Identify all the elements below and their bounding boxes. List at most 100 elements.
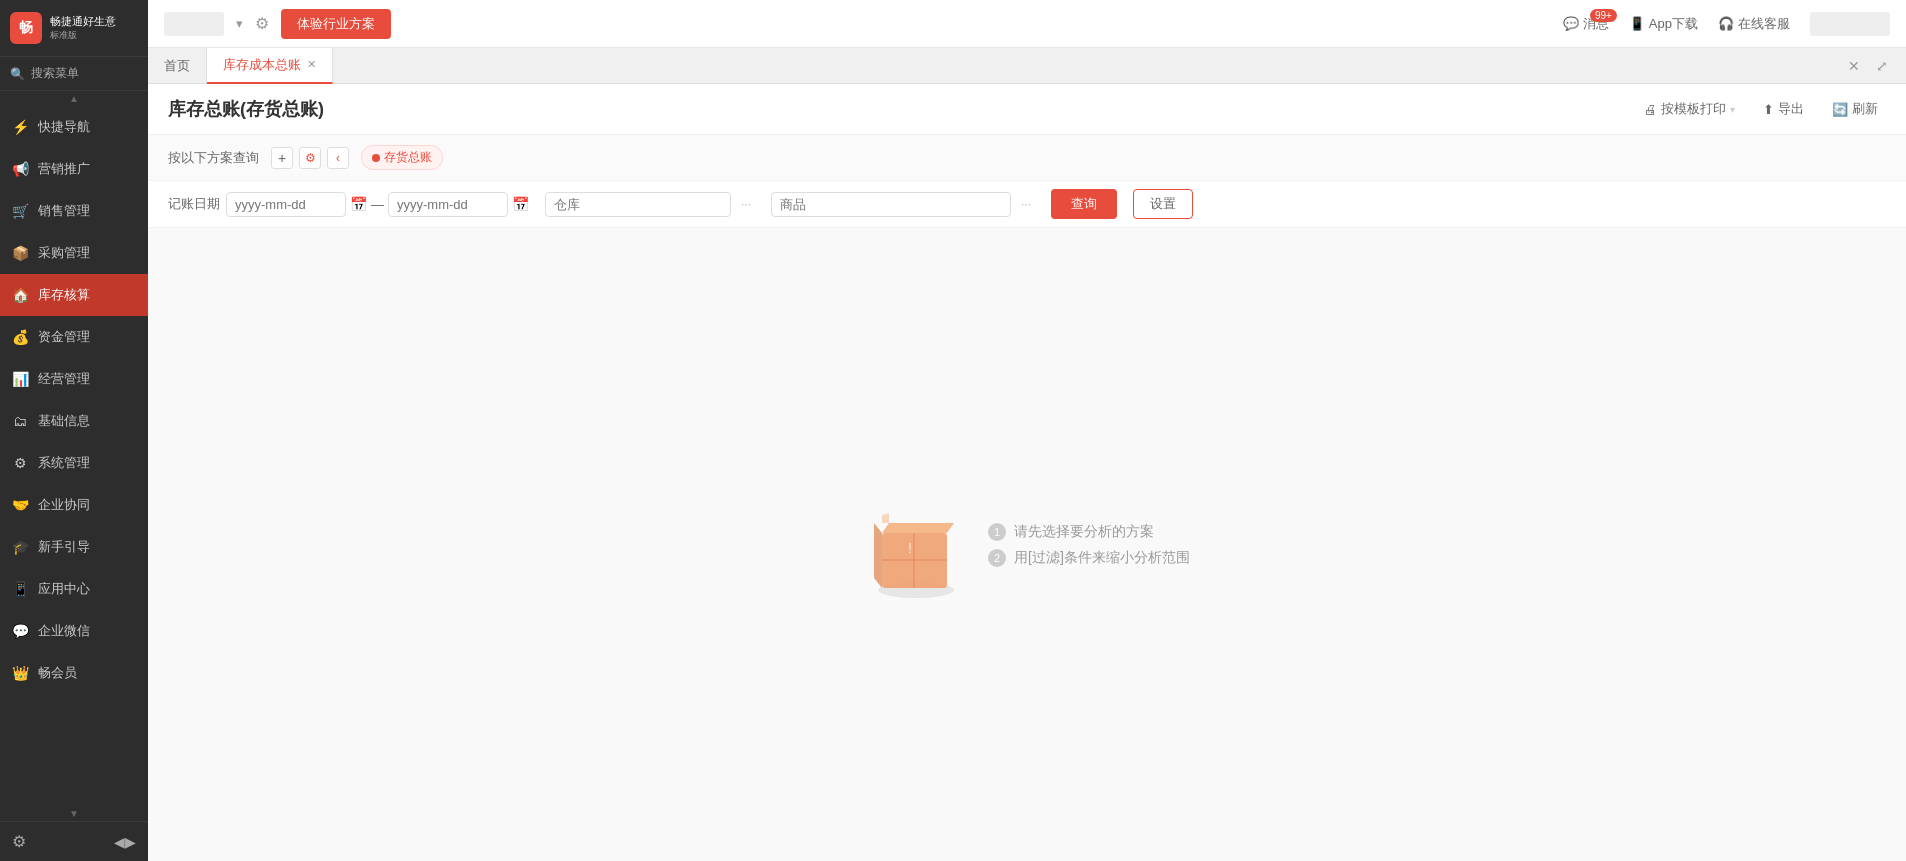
query-button[interactable]: 查询 — [1051, 189, 1117, 219]
refresh-label: 刷新 — [1852, 100, 1878, 118]
warehouse-more-icon[interactable]: ··· — [737, 197, 755, 211]
tab-home-label: 首页 — [164, 57, 190, 75]
sidebar-item-purchase[interactable]: 📦 采购管理 — [0, 232, 148, 274]
purchase-icon: 📦 — [10, 243, 30, 263]
tab-home[interactable]: 首页 — [148, 48, 207, 84]
sidebar-item-sales[interactable]: 🛒 销售管理 — [0, 190, 148, 232]
sidebar-item-label: 快捷导航 — [38, 118, 90, 136]
print-button[interactable]: 🖨 按模板打印 ▾ — [1636, 96, 1743, 122]
refresh-button[interactable]: 🔄 刷新 — [1824, 96, 1886, 122]
print-icon: 🖨 — [1644, 102, 1657, 117]
hint-num-1: 1 — [988, 523, 1006, 541]
sidebar-item-guide[interactable]: 🎓 新手引导 — [0, 526, 148, 568]
export-icon: ⬆ — [1763, 102, 1774, 117]
sidebar-toggle-icon[interactable]: ◀▶ — [114, 834, 136, 850]
page-header: 库存总账(存货总账) 🖨 按模板打印 ▾ ⬆ 导出 🔄 刷新 — [148, 84, 1906, 135]
empty-illustration: ! — [864, 495, 964, 595]
goods-more-icon[interactable]: ··· — [1017, 197, 1035, 211]
sidebar-settings-icon[interactable]: ⚙ — [12, 832, 26, 851]
goods-filter-field: ··· — [771, 192, 1035, 217]
calendar-start-icon[interactable]: 📅 — [350, 196, 367, 212]
empty-hint-2: 2 用[过滤]条件来缩小分析范围 — [988, 549, 1190, 567]
topbar-settings-icon[interactable]: ⚙ — [255, 14, 269, 33]
export-button[interactable]: ⬆ 导出 — [1755, 96, 1812, 122]
search-icon: 🔍 — [10, 67, 25, 81]
tab-inventory-ledger[interactable]: 库存成本总账 ✕ — [207, 48, 333, 84]
panel-expand-button[interactable]: ⤢ — [1870, 56, 1894, 76]
export-label: 导出 — [1778, 100, 1804, 118]
scheme-label: 存货总账 — [384, 149, 432, 166]
topbar-dropdown-icon[interactable]: ▾ — [236, 16, 243, 31]
page-title: 库存总账(存货总账) — [168, 97, 324, 121]
topbar-logo-placeholder — [164, 12, 224, 36]
sidebar-scroll-down[interactable]: ▼ — [69, 808, 79, 819]
messages-btn[interactable]: 💬 消息 99+ — [1563, 15, 1609, 33]
print-label: 按模板打印 — [1661, 100, 1726, 118]
sidebar-item-quick-nav[interactable]: ⚡ 快捷导航 — [0, 106, 148, 148]
operations-icon: 📊 — [10, 369, 30, 389]
sidebar-item-label: 畅会员 — [38, 664, 77, 682]
sidebar: 畅 畅捷通好生意 标准版 🔍 搜索菜单 ▲ ⚡ 快捷导航 📢 营销推广 🛒 销售… — [0, 0, 148, 861]
filter-row: 记账日期 📅 — 📅 ··· ··· 查询 设 — [148, 181, 1906, 228]
filter-bar: 按以下方案查询 + ⚙ ‹ 存货总账 — [148, 135, 1906, 181]
sidebar-item-appcenter[interactable]: 📱 应用中心 — [0, 568, 148, 610]
svg-marker-2 — [882, 523, 954, 533]
filter-collapse-button[interactable]: ‹ — [327, 147, 349, 169]
sidebar-item-system[interactable]: ⚙ 系统管理 — [0, 442, 148, 484]
user-avatar[interactable] — [1810, 12, 1890, 36]
tabs-bar: 首页 库存成本总账 ✕ ✕ ⤢ — [148, 48, 1906, 84]
warehouse-input[interactable] — [545, 192, 731, 217]
date-end-input[interactable] — [388, 192, 508, 217]
system-icon: ⚙ — [10, 453, 30, 473]
calendar-end-icon[interactable]: 📅 — [512, 196, 529, 212]
svg-text:!: ! — [908, 540, 912, 556]
sidebar-item-label: 企业协同 — [38, 496, 90, 514]
topbar-left: ▾ ⚙ 体验行业方案 — [164, 9, 391, 39]
empty-content: ! 1 请先选择要分析的方案 2 用[过滤]条件来缩小分析范围 — [864, 495, 1190, 595]
scheme-dot — [372, 154, 380, 162]
sidebar-item-label: 系统管理 — [38, 454, 90, 472]
sidebar-item-wechat[interactable]: 💬 企业微信 — [0, 610, 148, 652]
sidebar-item-member[interactable]: 👑 畅会员 — [0, 652, 148, 694]
sidebar-item-basic[interactable]: 🗂 基础信息 — [0, 400, 148, 442]
tab-close-icon[interactable]: ✕ — [307, 58, 316, 71]
sidebar-footer: ⚙ ◀▶ — [0, 821, 148, 861]
date-start-input[interactable] — [226, 192, 346, 217]
sidebar-item-inventory[interactable]: 🏠 库存核算 — [0, 274, 148, 316]
headset-icon: 🎧 — [1718, 16, 1734, 31]
online-service-btn[interactable]: 🎧 在线客服 — [1718, 15, 1790, 33]
main-area: ▾ ⚙ 体验行业方案 💬 消息 99+ 📱 App下载 🎧 在线客服 首页 — [148, 0, 1906, 861]
finance-icon: 💰 — [10, 327, 30, 347]
sidebar-item-finance[interactable]: 💰 资金管理 — [0, 316, 148, 358]
svg-marker-7 — [882, 513, 889, 523]
marketing-icon: 📢 — [10, 159, 30, 179]
panel-close-button[interactable]: ✕ — [1842, 56, 1866, 76]
refresh-icon: 🔄 — [1832, 102, 1848, 117]
filter-add-button[interactable]: + — [271, 147, 293, 169]
sidebar-search-label: 搜索菜单 — [31, 65, 79, 82]
filter-actions: + ⚙ ‹ — [271, 147, 349, 169]
goods-input[interactable] — [771, 192, 1011, 217]
filter-settings-button[interactable]: ⚙ — [299, 147, 321, 169]
message-icon: 💬 — [1563, 16, 1579, 31]
app-download-btn[interactable]: 📱 App下载 — [1629, 15, 1698, 33]
sidebar-item-label: 采购管理 — [38, 244, 90, 262]
quick-nav-icon: ⚡ — [10, 117, 30, 137]
appcenter-icon: 📱 — [10, 579, 30, 599]
sidebar-item-cooperation[interactable]: 🤝 企业协同 — [0, 484, 148, 526]
settings-button[interactable]: 设置 — [1133, 189, 1193, 219]
member-icon: 👑 — [10, 663, 30, 683]
hint-text-1: 请先选择要分析的方案 — [1014, 523, 1154, 541]
hint-text-2: 用[过滤]条件来缩小分析范围 — [1014, 549, 1190, 567]
sidebar-logo: 畅 畅捷通好生意 标准版 — [0, 0, 148, 57]
filter-scheme-item[interactable]: 存货总账 — [361, 145, 443, 170]
sidebar-item-label: 销售管理 — [38, 202, 90, 220]
sidebar-item-operations[interactable]: 📊 经营管理 — [0, 358, 148, 400]
sidebar-item-marketing[interactable]: 📢 营销推广 — [0, 148, 148, 190]
wechat-icon: 💬 — [10, 621, 30, 641]
sidebar-scroll-up[interactable]: ▲ — [69, 93, 79, 104]
page-header-actions: 🖨 按模板打印 ▾ ⬆ 导出 🔄 刷新 — [1636, 96, 1886, 122]
scheme-button[interactable]: 体验行业方案 — [281, 9, 391, 39]
sidebar-search[interactable]: 🔍 搜索菜单 — [0, 57, 148, 91]
page-content: 库存总账(存货总账) 🖨 按模板打印 ▾ ⬆ 导出 🔄 刷新 按以下方案查询 — [148, 84, 1906, 861]
